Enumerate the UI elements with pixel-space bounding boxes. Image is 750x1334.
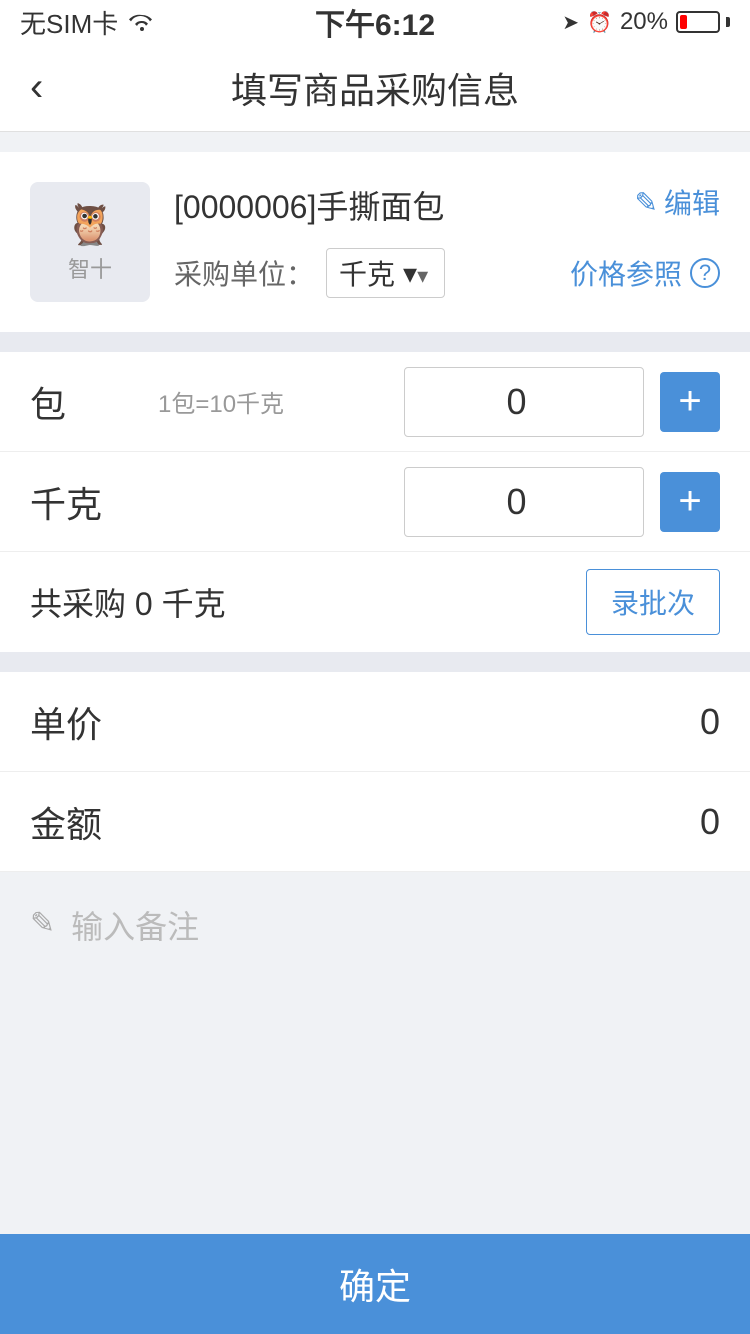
kg-input-row: 千克 + [0,452,750,552]
price-ref-button[interactable]: 价格参照 ? [570,253,720,293]
edit-label: 编辑 [664,182,720,222]
total-row: 共采购 0 千克 录批次 [0,552,750,652]
location-icon: ➤ [562,10,579,35]
bag-input[interactable] [404,367,644,437]
price-ref-help-icon: ? [690,258,720,288]
divider-2 [0,652,750,672]
total-text: 共采购 0 千克 [30,579,586,625]
bag-input-wrapper: + [404,367,720,437]
price-ref-label: 价格参照 [570,253,682,293]
note-placeholder: 输入备注 [71,902,199,948]
owl-icon: 🦉 [65,201,115,248]
battery-indicator [676,11,730,33]
kg-input[interactable] [404,467,644,537]
alarm-icon: ⏰ [587,10,612,35]
status-time: 下午6:12 [315,0,435,44]
kg-label: 千克 [30,476,150,528]
wifi-icon [128,7,156,38]
unit-dropdown[interactable]: 千克 ▾ [326,248,445,298]
unit-selector: 采购单位： 千克 ▾ [174,248,445,298]
batch-button[interactable]: 录批次 [586,569,720,635]
kg-input-wrapper: + [404,467,720,537]
unit-price-label: 单价 [30,696,700,748]
status-left: 无SIM卡 [20,4,156,41]
nav-bar: ‹ 填写商品采购信息 [0,44,750,132]
status-bar: 无SIM卡 下午6:12 ➤ ⏰ 20% [0,0,750,44]
status-right: ➤ ⏰ 20% [562,8,730,36]
unit-prefix-label: 采购单位： [174,253,314,293]
bag-plus-button[interactable]: + [660,372,720,432]
confirm-label: 确定 [339,1258,411,1310]
product-header: [0000006]手撕面包 ✎ 编辑 [174,182,720,228]
chevron-down-icon: ▾ [403,257,428,290]
page-title: 填写商品采购信息 [231,62,519,114]
product-meta: 采购单位： 千克 ▾ 价格参照 ? [174,248,720,298]
product-image: 🦉 智十 [30,182,150,302]
bag-label: 包 [30,376,150,428]
unit-price-row: 单价 0 [0,672,750,772]
confirm-button[interactable]: 确定 [0,1234,750,1334]
back-button[interactable]: ‹ [30,65,43,110]
note-section[interactable]: ✎ 输入备注 [0,872,750,1172]
product-card: 🦉 智十 [0000006]手撕面包 ✎ 编辑 采购单位： 千克 ▾ 价格参照 … [0,152,750,332]
pencil-icon: ✎ [30,906,55,941]
kg-plus-button[interactable]: + [660,472,720,532]
product-image-label: 智十 [68,252,112,284]
total-unit: 千克 [162,586,226,622]
amount-label: 金额 [30,796,700,848]
divider-1 [0,332,750,352]
amount-value: 0 [700,801,720,843]
unit-value: 千克 [339,253,395,293]
edit-button[interactable]: ✎ 编辑 [635,182,720,222]
product-info: [0000006]手撕面包 ✎ 编辑 采购单位： 千克 ▾ 价格参照 ? [174,182,720,298]
battery-percent: 20% [620,8,668,36]
unit-price-value: 0 [700,701,720,743]
bag-input-row: 包 1包=10千克 + [0,352,750,452]
edit-icon: ✎ [635,186,658,219]
total-prefix: 共采购 [30,586,126,622]
bag-sublabel: 1包=10千克 [158,384,404,419]
no-sim-text: 无SIM卡 [20,4,118,41]
amount-row: 金额 0 [0,772,750,872]
product-name: [0000006]手撕面包 [174,182,635,228]
total-amount: 0 [135,586,153,622]
